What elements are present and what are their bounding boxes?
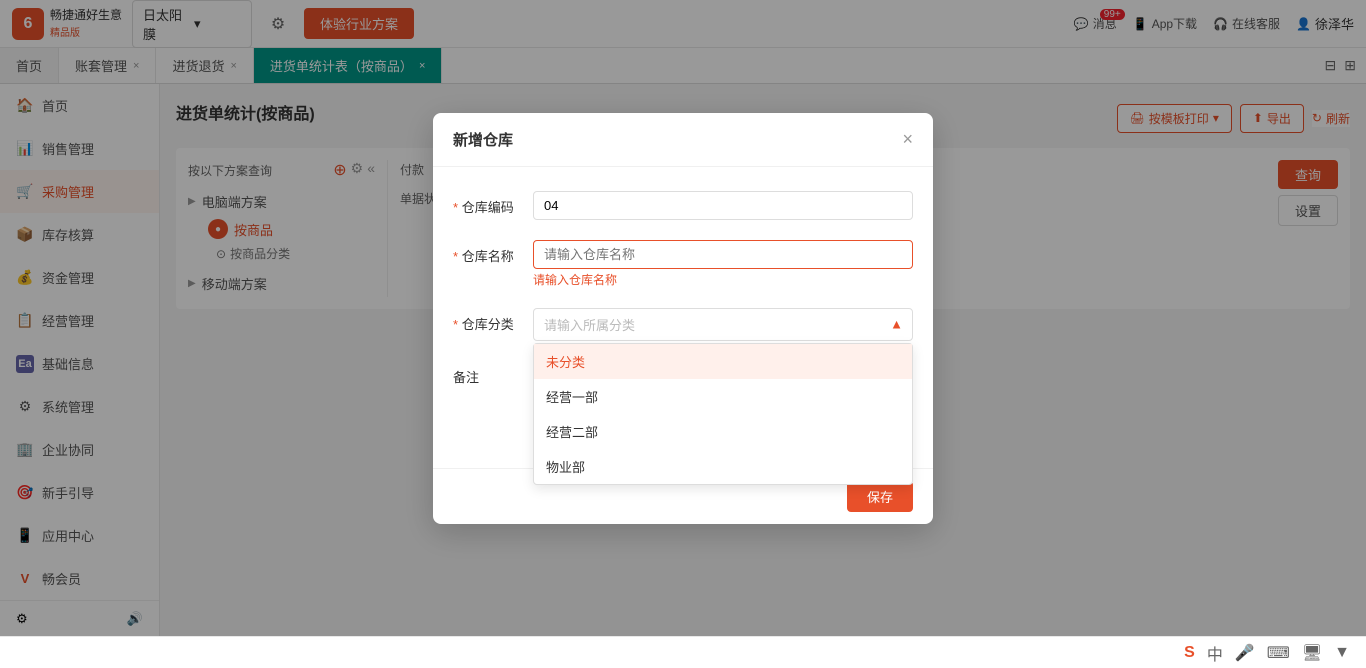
warehouse-code-field: * 仓库编码 [453,191,913,220]
warehouse-name-error: 请输入仓库名称 [533,271,913,288]
add-warehouse-modal: 新增仓库 × * 仓库编码 * 仓库名称 [433,113,933,524]
dropdown-item-property[interactable]: 物业部 [534,449,912,484]
keyboard-icon[interactable]: ⌨ [1267,643,1290,663]
dropdown-item-ops2[interactable]: 经营二部 [534,414,912,449]
dropdown-item-uncategorized[interactable]: 未分类 [534,344,912,379]
dropdown-arrow-up-icon: ▲ [890,317,903,332]
modal-body: * 仓库编码 * 仓库名称 请输入仓库名称 [433,167,933,468]
warehouse-category-label: * 仓库分类 [453,308,533,333]
mic-icon[interactable]: 🎤 [1235,643,1255,663]
category-dropdown[interactable]: 请输入所属分类 ▲ [533,308,913,341]
category-placeholder: 请输入所属分类 [544,315,635,334]
warehouse-category-input-wrap: 请输入所属分类 ▲ 未分类 经营一部 经营二部 物业部 [533,308,913,341]
modal-close-button[interactable]: × [902,129,913,150]
save-button[interactable]: 保存 [847,481,913,512]
warehouse-code-input[interactable] [533,191,913,220]
bottom-bar: S 中 🎤 ⌨ 🖥 ▼ [0,636,1366,668]
dropdown-item-ops1[interactable]: 经营一部 [534,379,912,414]
chinese-icon[interactable]: 中 [1207,641,1223,665]
sougou-icon[interactable]: S [1184,644,1195,662]
nav-arrow-icon[interactable]: ▼ [1334,644,1350,662]
warehouse-name-input-wrap: 请输入仓库名称 [533,240,913,288]
remark-label: 备注 [453,361,533,386]
warehouse-name-field: * 仓库名称 请输入仓库名称 [453,240,913,288]
modal-title: 新增仓库 [453,129,513,150]
warehouse-name-label: * 仓库名称 [453,240,533,265]
warehouse-code-label: * 仓库编码 [453,191,533,216]
category-dropdown-menu: 未分类 经营一部 经营二部 物业部 [533,343,913,485]
warehouse-name-input[interactable] [533,240,913,269]
monitor-icon[interactable]: 🖥 [1302,643,1322,663]
modal-header: 新增仓库 × [433,113,933,167]
warehouse-category-field: * 仓库分类 请输入所属分类 ▲ 未分类 经营一部 经营二部 物业部 [453,308,913,341]
warehouse-code-input-wrap [533,191,913,220]
modal-overlay: 新增仓库 × * 仓库编码 * 仓库名称 [0,0,1366,636]
